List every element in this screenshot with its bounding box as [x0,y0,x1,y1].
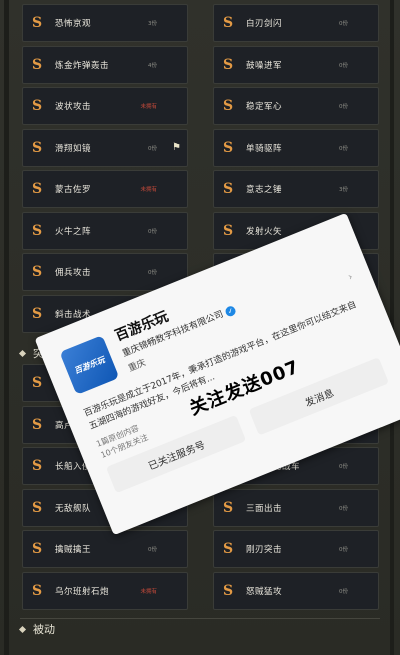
skill-name: 擒贼擒王 [55,545,92,555]
skill-rank-icon: S [222,499,234,516]
skill-card[interactable]: S 意志之锤 3份 [213,170,379,208]
skill-card[interactable]: S 乌尔班射石炮 未拥有 [22,571,188,610]
skill-rank-icon: S [31,582,43,599]
skill-rank-icon: S [31,458,43,474]
skill-name: 无敌舰队 [55,503,92,514]
skill-rank-icon: S [31,181,43,197]
skill-rank-icon: S [222,139,234,156]
skill-status: 0份 [148,547,157,553]
skill-status: 3份 [339,187,348,193]
skill-name: 滑翔如镜 [55,143,92,154]
skill-rank-icon: S [31,15,43,31]
skill-status: 4份 [148,62,157,69]
skill-rank-icon: S [222,15,234,31]
account-city: 重庆 [127,358,148,375]
skill-name: 波状攻击 [55,102,92,112]
skill-status: 0份 [148,228,157,235]
skill-name: 乌尔班射石炮 [55,586,110,597]
skill-status: 0份 [339,104,348,110]
skill-status: 0份 [148,270,157,276]
skill-card[interactable]: S 怒贼猛攻 0份 [213,571,379,610]
skill-name: 刚刃突击 [246,545,283,555]
skill-card[interactable]: S 佣兵攻击 0份 [22,253,188,291]
skill-rank-icon: S [31,305,43,322]
skill-status: 0份 [339,588,348,595]
skill-status: 未拥有 [140,187,157,193]
section-divider [20,618,380,619]
skill-rank-icon: S [222,181,234,197]
skill-name: 意志之锤 [246,185,283,195]
skill-card[interactable]: S 火牛之阵 0份 [22,211,188,250]
section-diamond-icon [18,625,27,633]
skill-status: 0份 [339,505,348,512]
flag-icon[interactable]: ⚑ [172,142,181,153]
skill-rank-icon: S [31,264,43,280]
skill-list-screen: S 恐怖京观 3份 S 白刃剑闪 0份 S 炼金炸弹轰击 4份 S 鼓噪进军 0份 S 波状攻击 未拥有 S 稳… [0,0,400,655]
skill-name: 发射火矢 [246,226,283,237]
skill-status: 0份 [148,145,157,152]
skill-name: 三面出击 [246,503,283,514]
verified-icon: ✓ [223,304,237,318]
skill-card[interactable]: S 刚刃突击 0份 [213,530,379,568]
skill-card[interactable]: S 单骑驱阵 0份 [213,128,379,167]
skill-status: 0份 [339,62,348,69]
skill-status: 0份 [339,547,348,553]
skill-rank-icon: S [31,98,43,114]
skill-rank-icon: S [222,98,234,114]
skill-card[interactable]: S 擒贼擒王 0份 [22,530,188,568]
chevron-right-icon[interactable]: › [347,271,355,283]
skill-name: 怒贼猛攻 [246,586,283,597]
skill-name: 蒙古佐罗 [55,185,92,195]
left-frame-rail [4,0,9,655]
skill-rank-icon: S [222,222,234,239]
account-logo: 百游乐玩 [59,335,120,395]
skill-name: 稳定军心 [246,102,283,112]
skill-card[interactable]: S 波状攻击 未拥有 [22,87,188,125]
skill-rank-icon: S [222,541,234,557]
skill-card[interactable]: S 恐怖京观 3份 [22,4,188,42]
section-header-passive: 被动 [18,621,55,637]
skill-name: 白刃剑闪 [246,19,283,29]
skill-status: 0份 [339,145,348,152]
skill-rank-icon: S [222,582,234,599]
skill-name: 鼓噪进军 [246,60,283,71]
skill-card[interactable]: S 蒙古佐罗 未拥有 [22,170,188,208]
skill-status: 未拥有 [140,104,157,110]
skill-rank-icon: S [31,139,43,156]
skill-name: 火牛之阵 [55,226,92,237]
skill-rank-icon: S [31,416,43,433]
skill-status: 3份 [148,21,157,27]
skill-card[interactable]: S 白刃剑闪 0份 [213,4,379,42]
skill-card[interactable]: S 滑翔如镜 0份 [22,128,188,167]
skill-name: 佣兵攻击 [55,268,92,278]
skill-rank-icon: S [31,541,43,557]
skill-name: 炼金炸弹轰击 [55,60,110,71]
skill-status: 未拥有 [140,588,157,595]
skill-rank-icon: S [31,499,43,516]
skill-rank-icon: S [31,375,43,391]
skill-card[interactable]: S 稳定军心 0份 [213,87,379,125]
skill-card[interactable]: S 炼金炸弹轰击 4份 [22,45,188,84]
skill-name: 恐怖京观 [55,19,92,29]
skill-card[interactable]: S 三面出击 0份 [213,488,379,527]
section-diamond-icon [18,349,27,357]
skill-rank-icon: S [31,56,43,73]
skill-card[interactable]: S 鼓噪进军 0份 [213,45,379,84]
skill-name: 单骑驱阵 [246,143,283,154]
skill-status: 0份 [339,464,348,470]
skill-rank-icon: S [222,56,234,73]
skill-rank-icon: S [31,222,43,239]
skill-status: 0份 [339,21,348,27]
section-title-passive: 被动 [33,623,55,636]
